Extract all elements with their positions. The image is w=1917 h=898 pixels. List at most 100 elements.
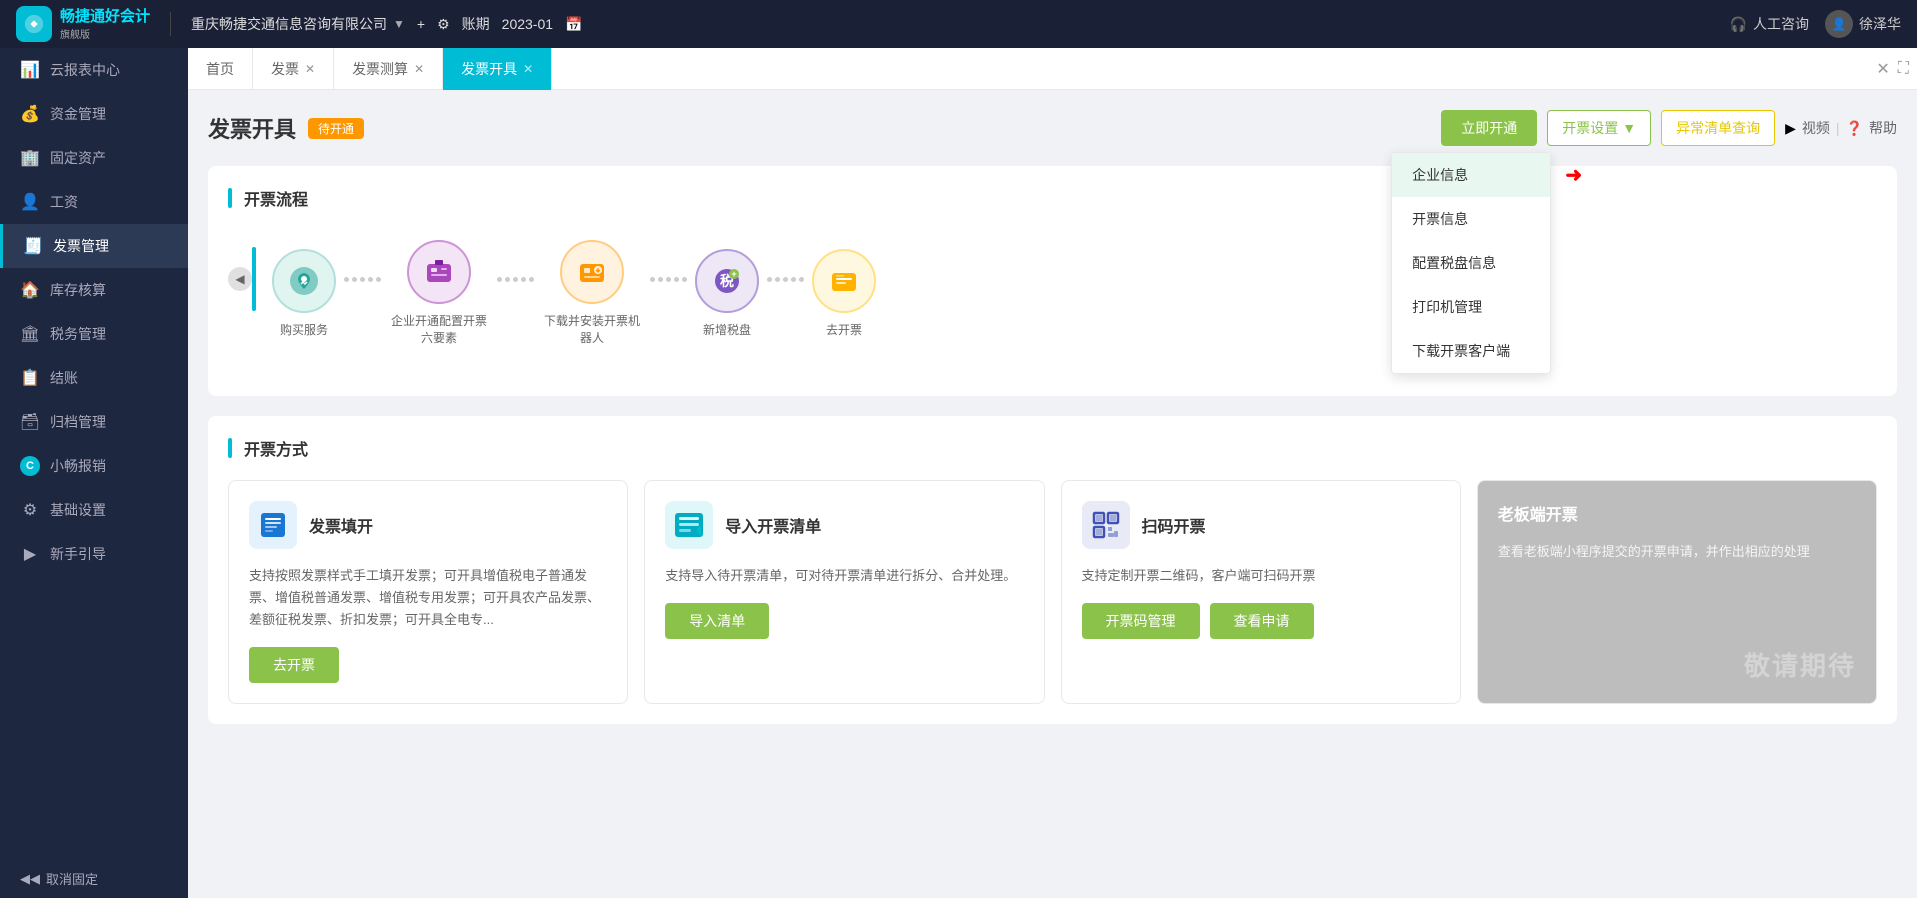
connector-2 xyxy=(497,277,534,282)
import-list-btn[interactable]: 导入清单 xyxy=(665,603,769,639)
app-container: 畅捷通好会计 旗舰版 重庆畅捷交通信息咨询有限公司 ▼ + ⚙ 账期 2023-… xyxy=(0,0,1917,898)
dropdown-tax-disk[interactable]: 配置税盘信息 xyxy=(1392,241,1550,285)
app-logo-icon xyxy=(16,6,52,42)
sidebar-collapse-btn[interactable]: ◀◀ 取消固定 xyxy=(0,859,188,898)
avatar: 👤 xyxy=(1825,10,1853,38)
tab-invoice-calc-close[interactable]: ✕ xyxy=(414,62,424,76)
sidebar-label-fixed-assets: 固定资产 xyxy=(50,148,106,168)
sidebar-item-xiao-report[interactable]: C 小畅报销 xyxy=(0,444,188,488)
header-actions: 立即开通 开票设置 ▼ 企业信息 ➜ xyxy=(1441,110,1897,146)
dropdown-invoice-info[interactable]: 开票信息 xyxy=(1392,197,1550,241)
activate-btn[interactable]: 立即开通 xyxy=(1441,110,1537,146)
step-add-tax-disk: 税+ 新增税盘 xyxy=(695,249,759,338)
sidebar-label-fund: 资金管理 xyxy=(50,104,106,124)
tab-home[interactable]: 首页 xyxy=(188,48,253,90)
method-card-fill-invoice: 发票填开 支持按照发票样式手工填开发票；可开具增值税电子普通发票、增值税普通发票… xyxy=(228,480,628,704)
tab-bar: 首页 发票 ✕ 发票测算 ✕ 发票开具 ✕ ✕ ⛶ xyxy=(188,48,1917,90)
tab-invoice[interactable]: 发票 ✕ xyxy=(253,48,334,90)
settings-icon[interactable]: ⚙ xyxy=(437,16,450,33)
sidebar-items: 📊 云报表中心 💰 资金管理 🏢 固定资产 👤 工资 🧾 发票管理 xyxy=(0,48,188,576)
boss-invoice-desc: 查看老板端小程序提交的开票申请，并作出相应的处理 xyxy=(1498,541,1856,563)
fixed-assets-icon: 🏢 xyxy=(20,148,40,168)
fill-invoice-icon xyxy=(249,501,297,549)
process-title-row: 开票流程 xyxy=(228,186,1877,210)
process-section-title: 开票流程 xyxy=(244,186,308,210)
invoice-settings-label: 开票设置 xyxy=(1562,118,1618,138)
tab-invoice-calc[interactable]: 发票测算 ✕ xyxy=(334,48,443,90)
import-invoice-title: 导入开票清单 xyxy=(725,513,821,537)
settings-nav-icon: ⚙ xyxy=(20,500,40,520)
dropdown-company-info[interactable]: 企业信息 ➜ xyxy=(1392,153,1550,197)
calendar-icon[interactable]: 📅 xyxy=(565,16,582,33)
company-arrow-icon: ▼ xyxy=(393,17,405,31)
sidebar-item-invoice[interactable]: 🧾 发票管理 xyxy=(0,224,188,268)
help-btn[interactable]: 帮助 xyxy=(1869,118,1897,138)
view-apply-btn[interactable]: 查看申请 xyxy=(1210,603,1314,639)
fill-invoice-header: 发票填开 xyxy=(249,501,607,549)
collapse-icon: ◀◀ xyxy=(20,871,40,887)
video-btn[interactable]: 视频 xyxy=(1802,118,1830,138)
sidebar-item-cloud-report[interactable]: 📊 云报表中心 xyxy=(0,48,188,92)
tab-home-label: 首页 xyxy=(206,59,234,79)
process-steps: ◀ 购买服务 xyxy=(228,230,1877,376)
cloud-report-icon: 📊 xyxy=(20,60,40,80)
step-icon-company-config xyxy=(407,240,471,304)
inventory-icon: 🏠 xyxy=(20,280,40,300)
guide-icon: ▶ xyxy=(20,544,40,564)
status-badge: 待开通 xyxy=(308,118,364,139)
method-card-import: 导入开票清单 支持导入待开票清单，可对待开票清单进行拆分、合并处理。 导入清单 xyxy=(644,480,1044,704)
sidebar-label-cloud-report: 云报表中心 xyxy=(50,60,120,80)
sidebar-item-fund[interactable]: 💰 资金管理 xyxy=(0,92,188,136)
scan-invoice-desc: 支持定制开票二维码，客户端可扫码开票 xyxy=(1082,565,1440,587)
xiao-report-icon: C xyxy=(20,456,40,476)
step-label-add-tax-disk: 新增税盘 xyxy=(703,321,751,338)
abnormal-list-btn[interactable]: 异常清单查询 xyxy=(1661,110,1775,146)
logo-area: 畅捷通好会计 旗舰版 xyxy=(16,6,150,42)
sidebar-item-salary[interactable]: 👤 工资 xyxy=(0,180,188,224)
dropdown-printer-label: 打印机管理 xyxy=(1412,299,1482,315)
sidebar-label-settlement: 结账 xyxy=(50,368,78,388)
sidebar-label-salary: 工资 xyxy=(50,192,78,212)
tab-invoice-close[interactable]: ✕ xyxy=(305,62,315,76)
video-help-area: ▶ 视频 | ❓ 帮助 xyxy=(1785,118,1897,138)
dropdown-printer[interactable]: 打印机管理 xyxy=(1392,285,1550,329)
scan-invoice-icon xyxy=(1082,501,1130,549)
methods-grid: 发票填开 支持按照发票样式手工填开发票；可开具增值税电子普通发票、增值税普通发票… xyxy=(228,480,1877,704)
tab-expand-btn[interactable]: ⛶ xyxy=(1898,60,1909,78)
invoice-settings-btn[interactable]: 开票设置 ▼ xyxy=(1547,110,1651,146)
dropdown-download-client[interactable]: 下载开票客户端 xyxy=(1392,329,1550,373)
fund-icon: 💰 xyxy=(20,104,40,124)
invoice-icon: 🧾 xyxy=(23,236,43,256)
qr-manage-btn[interactable]: 开票码管理 xyxy=(1082,603,1200,639)
tab-invoice-issue-close[interactable]: ✕ xyxy=(523,62,533,76)
sidebar-label-inventory: 库存核算 xyxy=(50,280,106,300)
step-label-buy-service: 购买服务 xyxy=(280,321,328,338)
sidebar-item-settlement[interactable]: 📋 结账 xyxy=(0,356,188,400)
sidebar-item-guide[interactable]: ▶ 新手引导 xyxy=(0,532,188,576)
support-area[interactable]: 🎧 人工咨询 xyxy=(1730,14,1809,34)
help-circle-icon: ❓ xyxy=(1846,120,1863,137)
go-invoice-btn[interactable]: 去开票 xyxy=(249,647,339,683)
dropdown-arrow-icon: ▼ xyxy=(1622,120,1636,136)
step-company-config: 企业开通配置开票六要素 xyxy=(389,240,489,346)
boss-invoice-header: 老板端开票 xyxy=(1498,501,1856,525)
tab-close-btn[interactable]: ✕ xyxy=(1876,59,1889,79)
sidebar-item-tax[interactable]: 🏛 税务管理 xyxy=(0,312,188,356)
dropdown-company-info-label: 企业信息 xyxy=(1412,167,1468,183)
red-arrow-icon: ➜ xyxy=(1565,163,1582,188)
sidebar-label-settings: 基础设置 xyxy=(50,500,106,520)
sidebar-item-fixed-assets[interactable]: 🏢 固定资产 xyxy=(0,136,188,180)
user-area[interactable]: 👤 徐泽华 xyxy=(1825,10,1901,38)
step-label-download-install: 下载并安装开票机器人 xyxy=(542,312,642,346)
tab-invoice-issue[interactable]: 发票开具 ✕ xyxy=(443,48,552,90)
add-company-btn[interactable]: + xyxy=(417,16,425,32)
page-title: 发票开具 xyxy=(208,112,296,144)
tab-invoice-calc-label: 发票测算 xyxy=(352,59,408,79)
step-download-install: 下载并安装开票机器人 xyxy=(542,240,642,346)
company-selector[interactable]: 重庆畅捷交通信息咨询有限公司 ▼ xyxy=(191,14,405,34)
sidebar-item-inventory[interactable]: 🏠 库存核算 xyxy=(0,268,188,312)
process-scroll-left[interactable]: ◀ xyxy=(228,267,252,291)
import-invoice-icon xyxy=(665,501,713,549)
sidebar-item-archive[interactable]: 🗃 归档管理 xyxy=(0,400,188,444)
sidebar-item-settings[interactable]: ⚙ 基础设置 xyxy=(0,488,188,532)
